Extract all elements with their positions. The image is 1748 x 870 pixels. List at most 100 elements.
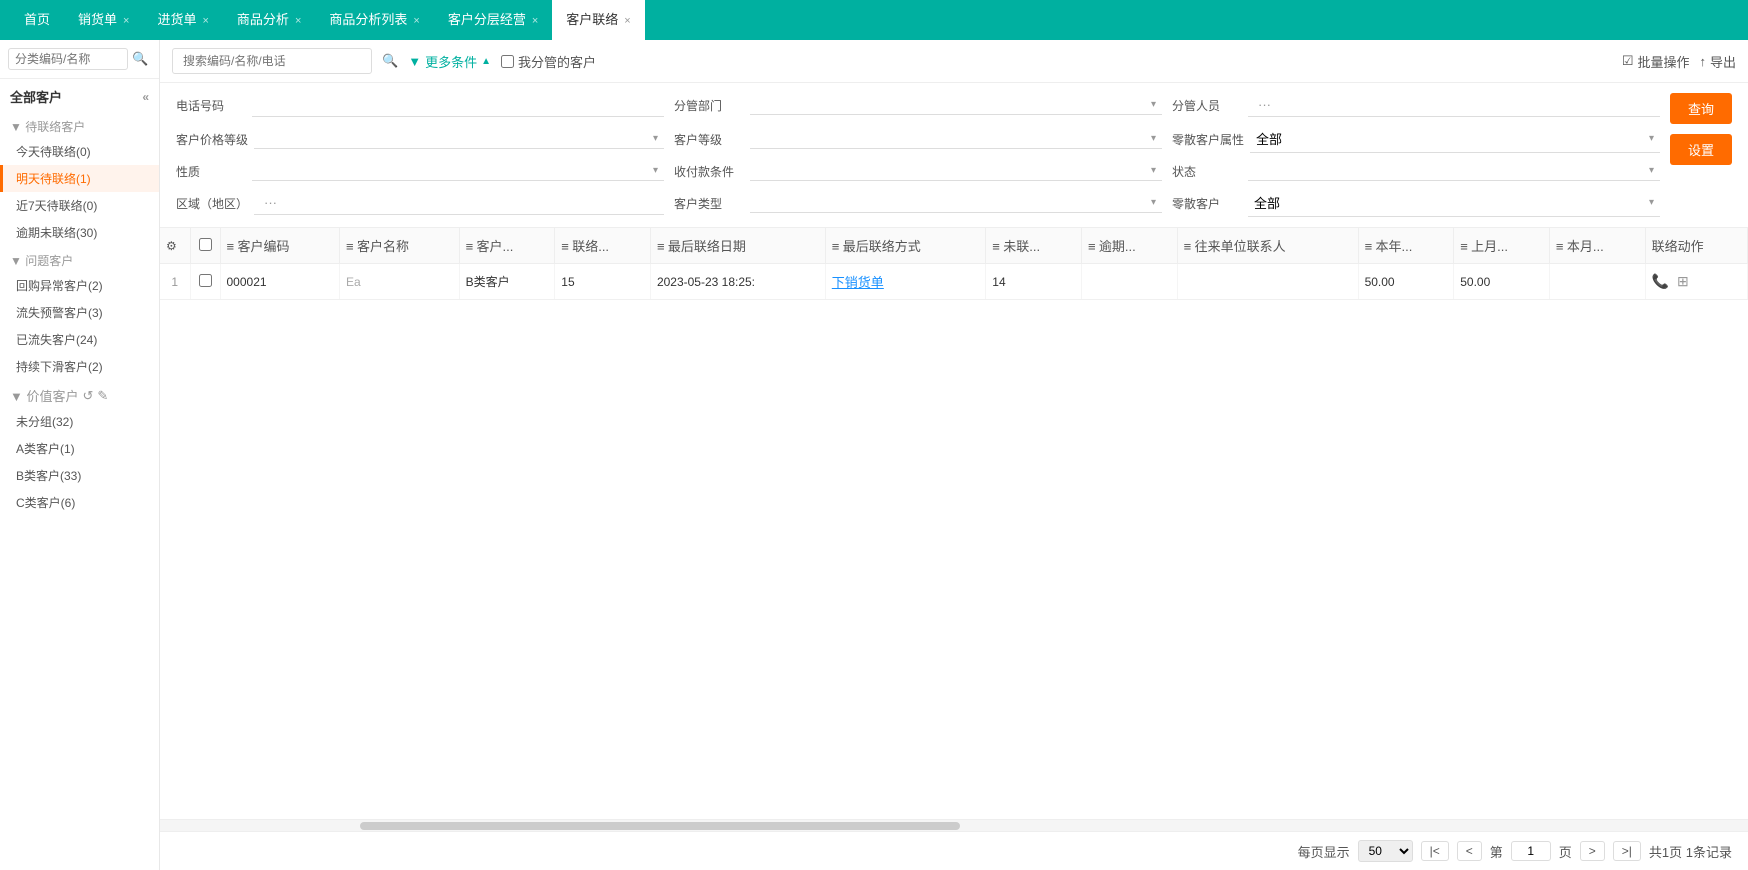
sidebar-search-icon[interactable]: 🔍 xyxy=(132,51,148,67)
select-all-checkbox[interactable] xyxy=(199,238,212,251)
edit-icon[interactable]: ✎ xyxy=(97,388,108,404)
pagination-bar: 每页显示 50 100 200 |< < 第 页 > >| 共1页 1条记录 xyxy=(160,831,1748,870)
dots-icon[interactable]: ··· xyxy=(1258,97,1271,112)
sidebar-all-customers[interactable]: 全部客户 « xyxy=(0,79,159,112)
next-page-btn[interactable]: > xyxy=(1580,841,1605,861)
sidebar-item-7days[interactable]: 近7天待联络(0) xyxy=(0,192,159,219)
batch-operation-btn[interactable]: ☑ 批量操作 xyxy=(1622,52,1690,71)
filter-phone-input[interactable] xyxy=(252,94,664,117)
more-conditions-btn[interactable]: ▼ 更多条件 ▲ xyxy=(408,52,491,71)
chevron-down-icon: ▾ xyxy=(653,133,658,144)
filter-status-select[interactable]: ▾ xyxy=(1248,161,1660,181)
filter-person-select[interactable]: ··· xyxy=(1248,93,1660,117)
row-checkbox[interactable] xyxy=(199,274,212,287)
chevron-down-icon: ▾ xyxy=(653,165,658,176)
my-customers-check[interactable] xyxy=(501,55,514,68)
filter-dept: 分管部门 ▾ xyxy=(674,95,1162,115)
filter-cust-level: 客户等级 ▾ xyxy=(674,129,1162,149)
sidebar-item-declining[interactable]: 持续下滑客户(2) xyxy=(0,353,159,380)
sidebar-item-class-b[interactable]: B类客户(33) xyxy=(0,462,159,489)
main-search-input[interactable] xyxy=(172,48,372,74)
chevron-up-icon: ▲ xyxy=(481,56,491,67)
th-last-date: ≡ 最后联络日期 xyxy=(650,228,825,264)
filter-price-select[interactable]: ▾ xyxy=(254,129,664,149)
filter-retail-attr-select[interactable]: 全部 ▾ xyxy=(1250,125,1660,153)
td-checkbox[interactable] xyxy=(190,264,220,300)
th-contact-count: ≡ 联络... xyxy=(555,228,651,264)
sidebar-item-churned[interactable]: 已流失客户(24) xyxy=(0,326,159,353)
sidebar: 🔍 全部客户 « ▼ 待联络客户 今天待联络(0) 明天待联络(1) 近7天待联… xyxy=(0,40,160,870)
nav-close-icon[interactable]: × xyxy=(123,15,129,27)
filter-region-select[interactable]: ··· xyxy=(254,191,664,215)
filter-cust-level-select[interactable]: ▾ xyxy=(750,129,1162,149)
sidebar-item-overdue[interactable]: 逾期未联络(30) xyxy=(0,219,159,246)
nav-home[interactable]: 首页 xyxy=(10,0,64,40)
sidebar-item-class-a[interactable]: A类客户(1) xyxy=(0,435,159,462)
nav-product-analysis[interactable]: 商品分析× xyxy=(223,0,315,40)
filter-nature-label: 性质 xyxy=(176,163,246,180)
th-checkbox[interactable] xyxy=(190,228,220,264)
settings-button[interactable]: 设置 xyxy=(1670,134,1732,165)
grid-action-icon[interactable]: ⊞ xyxy=(1677,273,1689,290)
sidebar-item-tomorrow[interactable]: 明天待联络(1) xyxy=(0,165,159,192)
filter-phone-label: 电话号码 xyxy=(176,97,246,114)
last-contact-link[interactable]: 下销货单 xyxy=(832,275,884,290)
per-page-select[interactable]: 50 100 200 xyxy=(1358,840,1413,862)
nav-close-icon[interactable]: × xyxy=(202,15,208,27)
filter-status-label: 状态 xyxy=(1172,163,1242,180)
sidebar-item-churn-warning[interactable]: 流失预警客户(3) xyxy=(0,299,159,326)
th-settings[interactable]: ⚙ xyxy=(160,228,190,264)
sidebar-search-input[interactable] xyxy=(8,48,128,70)
sidebar-group-problem: ▼ 问题客户 xyxy=(0,246,159,272)
filter-person: 分管人员 ··· xyxy=(1172,93,1660,117)
filter-person-label: 分管人员 xyxy=(1172,97,1242,114)
nav-sales-order[interactable]: 销货单× xyxy=(64,0,143,40)
filter-bar: 🔍 ▼ 更多条件 ▲ 我分管的客户 ☑ 批量操作 ↑ 导出 xyxy=(160,40,1748,83)
horizontal-scrollbar[interactable] xyxy=(160,819,1748,831)
sidebar-item-class-c[interactable]: C类客户(6) xyxy=(0,489,159,516)
nav-customer-segmentation[interactable]: 客户分层经营× xyxy=(434,0,552,40)
filter-retail-attr: 零散客户属性 全部 ▾ xyxy=(1172,125,1660,153)
chevron-down-icon: ▾ xyxy=(1649,165,1654,176)
last-page-btn[interactable]: >| xyxy=(1613,841,1641,861)
filter-dept-select[interactable]: ▾ xyxy=(750,95,1162,115)
my-customers-checkbox[interactable]: 我分管的客户 xyxy=(501,52,596,71)
sidebar-item-repurchase-abnormal[interactable]: 回购异常客户(2) xyxy=(0,272,159,299)
first-page-btn[interactable]: |< xyxy=(1421,841,1449,861)
query-button[interactable]: 查询 xyxy=(1670,93,1732,124)
filter-payment-label: 收付款条件 xyxy=(674,163,744,180)
chevron-down-icon: ▾ xyxy=(1151,197,1156,208)
nav-customer-contact[interactable]: 客户联络× xyxy=(552,0,644,40)
filter-cust-type-select[interactable]: ▾ xyxy=(750,193,1162,213)
scrollbar-thumb[interactable] xyxy=(360,822,960,830)
th-this-month: ≡ 本月... xyxy=(1549,228,1645,264)
nav-purchase-order[interactable]: 进货单× xyxy=(143,0,222,40)
sidebar-item-ungrouped[interactable]: 未分组(32) xyxy=(0,408,159,435)
nav-product-analysis-list[interactable]: 商品分析列表× xyxy=(315,0,433,40)
nav-close-icon[interactable]: × xyxy=(624,15,630,27)
nav-close-icon[interactable]: × xyxy=(532,15,538,27)
filter-cust-level-label: 客户等级 xyxy=(674,131,744,148)
toolbar-right: ☑ 批量操作 ↑ 导出 xyxy=(1622,52,1736,71)
nav-close-icon[interactable]: × xyxy=(413,15,419,27)
total-records: 共1页 1条记录 xyxy=(1649,842,1732,861)
page-number-input[interactable] xyxy=(1511,841,1551,861)
per-page-label: 每页显示 xyxy=(1298,842,1350,861)
refresh-icon[interactable]: ↺ xyxy=(82,388,93,404)
prev-page-btn[interactable]: < xyxy=(1457,841,1482,861)
sidebar-item-today[interactable]: 今天待联络(0) xyxy=(0,138,159,165)
export-icon: ↑ xyxy=(1699,54,1706,69)
filter-payment-select[interactable]: ▾ xyxy=(750,161,1162,181)
chevron-down-icon: ▾ xyxy=(1649,133,1654,144)
page-label: 第 xyxy=(1490,842,1503,861)
th-last-method: ≡ 最后联络方式 xyxy=(825,228,985,264)
dots-icon[interactable]: ··· xyxy=(264,195,277,210)
filter-nature-select[interactable]: ▾ xyxy=(252,161,664,181)
td-last-method[interactable]: 下销货单 xyxy=(825,264,985,300)
nav-close-icon[interactable]: × xyxy=(295,15,301,27)
filter-retail-select[interactable]: 全部 ▾ xyxy=(1248,189,1660,217)
main-search-icon[interactable]: 🔍 xyxy=(382,53,398,69)
customer-table: ⚙ ≡ 客户编码 ≡ 客户名称 ≡ 客户... ≡ 联络... ≡ 最后联络日期… xyxy=(160,228,1748,300)
phone-action-icon[interactable]: 📞 xyxy=(1652,273,1669,290)
export-btn[interactable]: ↑ 导出 xyxy=(1699,52,1736,71)
